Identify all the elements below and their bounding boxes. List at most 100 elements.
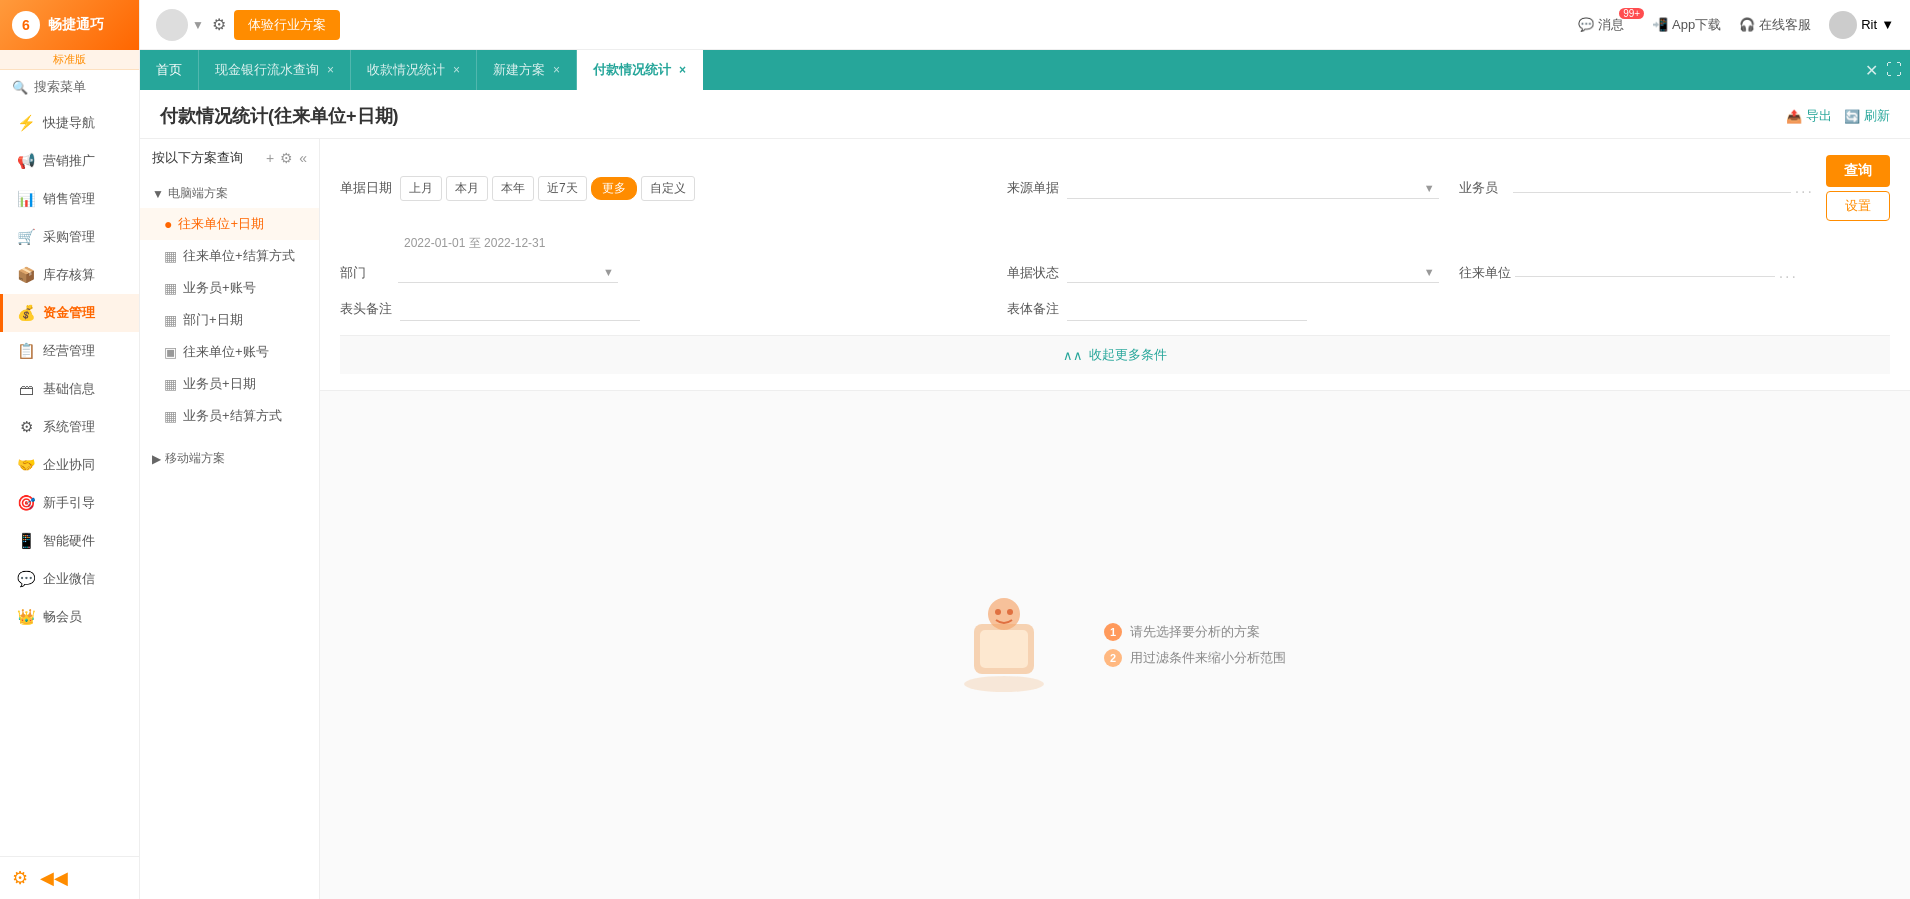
quick-nav-icon: ⚡	[17, 114, 35, 132]
hint-item-2: 2 用过滤条件来缩小分析范围	[1104, 649, 1286, 667]
scheme-item-dept-date[interactable]: ▦ 部门+日期	[140, 304, 319, 336]
collapse-more-button[interactable]: ∧∧ 收起更多条件	[340, 335, 1890, 374]
scheme-collapse-icon[interactable]: «	[299, 150, 307, 166]
scheme-item-staff-settle[interactable]: ▦ 业务员+结算方式	[140, 400, 319, 432]
settings-gear-icon[interactable]: ⚙	[12, 867, 28, 889]
sidebar-item-enterprise[interactable]: 🤝 企业协同	[0, 446, 139, 484]
tab-new-scheme-close[interactable]: ×	[553, 63, 560, 77]
dept-select[interactable]: ▼	[398, 262, 618, 283]
filter-settings-button[interactable]: 设置	[1826, 191, 1890, 221]
body-note-input[interactable]	[1067, 297, 1307, 321]
empty-state: 1 请先选择要分析的方案 2 用过滤条件来缩小分析范围	[320, 391, 1910, 899]
app-download-label: App下载	[1672, 16, 1721, 34]
hint-text-2: 用过滤条件来缩小分析范围	[1130, 649, 1286, 667]
scheme-item-unit-account[interactable]: ▣ 往来单位+账号	[140, 336, 319, 368]
sidebar: 6 畅捷通巧 标准版 🔍 搜索菜单 ⚡ 快捷导航 📢 营销推广 📊 销售管理 🛒…	[0, 0, 140, 899]
scheme-mobile-label: 移动端方案	[165, 450, 225, 467]
page-header: 付款情况统计(往来单位+日期) 📤 导出 🔄 刷新	[140, 90, 1910, 139]
tab-bank-flow[interactable]: 现金银行流水查询 ×	[199, 50, 351, 90]
sidebar-item-basic[interactable]: 🗃 基础信息	[0, 370, 139, 408]
filter-group-dept: 部门 ▼	[340, 262, 987, 283]
svg-point-3	[988, 598, 1020, 630]
service-icon: 🎧	[1739, 17, 1755, 32]
staff-dots[interactable]: ...	[1795, 179, 1814, 197]
scheme-item-unit-date[interactable]: ● 往来单位+日期	[140, 208, 319, 240]
scheme-item-unit-settle[interactable]: ▦ 往来单位+结算方式	[140, 240, 319, 272]
scheme-item-label: 业务员+账号	[183, 279, 256, 297]
sidebar-item-inventory[interactable]: 📦 库存核算	[0, 256, 139, 294]
filter-area: 单据日期 上月 本月 本年 近7天 更多 自定义 来源单据	[320, 139, 1910, 391]
messages-item[interactable]: 💬 消息 99+	[1578, 16, 1634, 34]
date-more[interactable]: 更多	[591, 177, 637, 200]
tab-home[interactable]: 首页	[140, 50, 199, 90]
doc-status-select[interactable]: ▼	[1067, 262, 1438, 283]
main-area: ▼ ⚙ 体验行业方案 💬 消息 99+ 📲 App下载 🎧 在线客服 Rit	[140, 0, 1910, 899]
header-note-input[interactable]	[400, 297, 640, 321]
sidebar-item-sales[interactable]: 📊 销售管理	[0, 180, 139, 218]
sidebar-item-operation[interactable]: 📋 经营管理	[0, 332, 139, 370]
source-doc-select[interactable]: ▼	[1067, 178, 1438, 199]
trial-button[interactable]: 体验行业方案	[234, 10, 340, 40]
tab-new-scheme[interactable]: 新建方案 ×	[477, 50, 577, 90]
member-icon: 👑	[17, 608, 35, 626]
tab-payment-stats-label: 付款情况统计	[593, 61, 671, 79]
scheme-add-icon[interactable]: +	[266, 150, 274, 166]
sidebar-item-member[interactable]: 👑 畅会员	[0, 598, 139, 636]
sidebar-item-guide[interactable]: 🎯 新手引导	[0, 484, 139, 522]
sidebar-item-quick-nav[interactable]: ⚡ 快捷导航	[0, 104, 139, 142]
search-label: 搜索菜单	[34, 78, 86, 96]
messages-label: 消息	[1598, 16, 1624, 34]
related-unit-dots[interactable]: ...	[1779, 264, 1798, 282]
date-last-month[interactable]: 上月	[400, 176, 442, 201]
sidebar-item-label: 资金管理	[43, 304, 95, 322]
scheme-item-staff-account[interactable]: ▦ 业务员+账号	[140, 272, 319, 304]
tab-bank-flow-close[interactable]: ×	[327, 63, 334, 77]
top-user-info[interactable]: Rit ▼	[1829, 11, 1894, 39]
doc-status-chevron-icon: ▼	[1424, 266, 1435, 278]
tab-close-all-icon[interactable]: ✕	[1865, 61, 1878, 80]
filter-group-doc-status: 单据状态 ▼	[1007, 262, 1438, 283]
header-gear-icon[interactable]: ⚙	[212, 15, 226, 34]
sidebar-item-system[interactable]: ⚙ 系统管理	[0, 408, 139, 446]
online-service-item[interactable]: 🎧 在线客服	[1739, 16, 1811, 34]
sidebar-item-marketing[interactable]: 📢 营销推广	[0, 142, 139, 180]
tab-payment-stats-close[interactable]: ×	[679, 63, 686, 77]
scheme-item-label: 业务员+日期	[183, 375, 256, 393]
page-title: 付款情况统计(往来单位+日期)	[160, 104, 1786, 128]
sidebar-search[interactable]: 🔍 搜索菜单	[0, 70, 139, 104]
sidebar-item-label: 基础信息	[43, 380, 95, 398]
tab-collection-stats[interactable]: 收款情况统计 ×	[351, 50, 477, 90]
app-download-item[interactable]: 📲 App下载	[1652, 16, 1721, 34]
dept-chevron-icon: ▼	[603, 266, 614, 278]
staff-select[interactable]	[1513, 184, 1791, 193]
tab-collection-close[interactable]: ×	[453, 63, 460, 77]
scheme-settings-icon[interactable]: ⚙	[280, 150, 293, 166]
scheme-item-staff-date[interactable]: ▦ 业务员+日期	[140, 368, 319, 400]
date-this-month[interactable]: 本月	[446, 176, 488, 201]
export-button[interactable]: 📤 导出	[1786, 107, 1832, 125]
date-this-year[interactable]: 本年	[492, 176, 534, 201]
scheme-table-icon4: ▦	[164, 376, 177, 392]
date-custom[interactable]: 自定义	[641, 176, 695, 201]
basic-icon: 🗃	[17, 380, 35, 398]
top-header-left: ▼ ⚙ 体验行业方案	[156, 9, 1566, 41]
sidebar-collapse-icon[interactable]: ◀◀	[40, 867, 68, 889]
sidebar-item-finance[interactable]: 💰 资金管理	[0, 294, 139, 332]
sidebar-item-wechat[interactable]: 💬 企业微信	[0, 560, 139, 598]
date-7days[interactable]: 近7天	[538, 176, 587, 201]
refresh-button[interactable]: 🔄 刷新	[1844, 107, 1890, 125]
tab-fullscreen-icon[interactable]: ⛶	[1886, 61, 1902, 79]
filter-group-date: 单据日期 上月 本月 本年 近7天 更多 自定义	[340, 176, 987, 201]
query-button[interactable]: 查询	[1826, 155, 1890, 187]
hint-num-1: 1	[1104, 623, 1122, 641]
scheme-pc-title[interactable]: ▼ 电脑端方案	[140, 179, 319, 208]
filter-row-1: 单据日期 上月 本月 本年 近7天 更多 自定义 来源单据	[340, 155, 1890, 221]
related-unit-select[interactable]	[1515, 268, 1775, 277]
scheme-mobile-title[interactable]: ▶ 移动端方案	[140, 444, 319, 473]
empty-icon	[944, 584, 1064, 704]
sidebar-item-purchase[interactable]: 🛒 采购管理	[0, 218, 139, 256]
tab-payment-stats[interactable]: 付款情况统计 ×	[577, 50, 703, 90]
hardware-icon: 📱	[17, 532, 35, 550]
sidebar-item-hardware[interactable]: 📱 智能硬件	[0, 522, 139, 560]
enterprise-icon: 🤝	[17, 456, 35, 474]
